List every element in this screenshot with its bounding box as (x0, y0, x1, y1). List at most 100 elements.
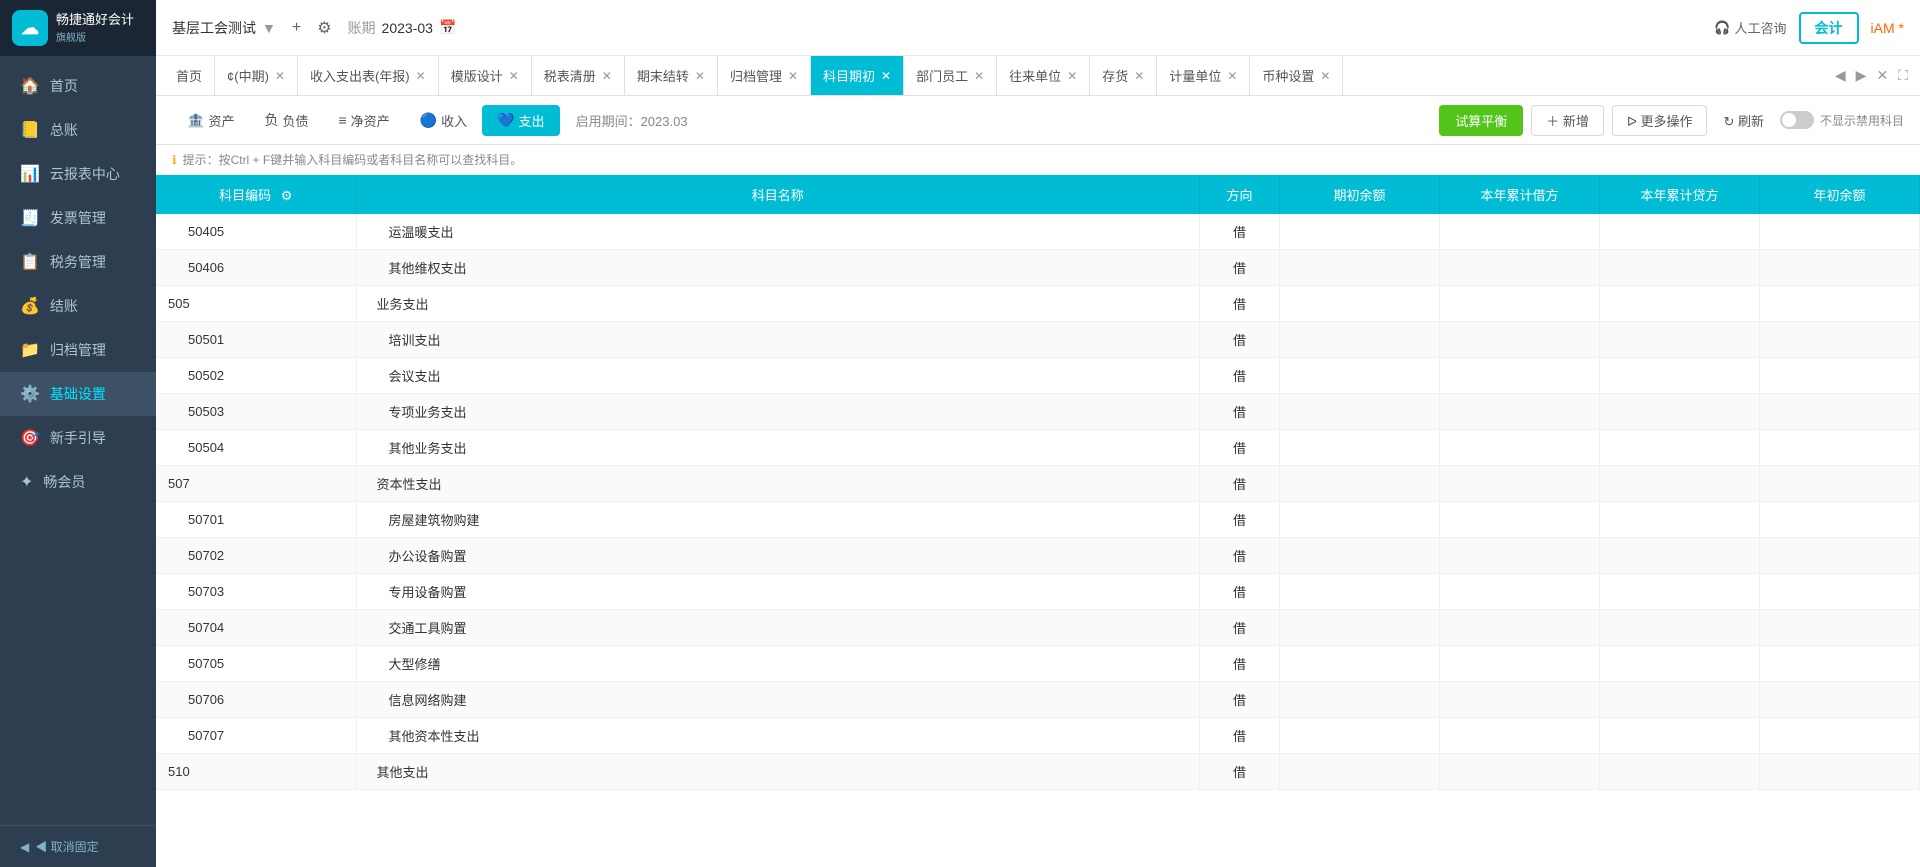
tab-scroll-left[interactable]: ◀ (1831, 65, 1850, 86)
tab-tax_clear[interactable]: 税表清册✕ (532, 56, 625, 96)
tab-close-income_report[interactable]: ✕ (416, 69, 426, 83)
sidebar-item-ledger[interactable]: 📒总账 (0, 108, 156, 152)
refresh-button[interactable]: ↻ 刷新 (1715, 106, 1772, 135)
tab-inventory[interactable]: 存货✕ (1090, 56, 1157, 96)
consult-button[interactable]: 🎧 人工咨询 (1714, 18, 1786, 37)
accounting-button[interactable]: 会计 (1799, 12, 1859, 44)
cell-opening (1280, 682, 1440, 718)
sidebar-item-invoice[interactable]: 🧾发票管理 (0, 196, 156, 240)
tab-close-all[interactable]: ✕ (1872, 65, 1892, 86)
settings-icon[interactable]: ⚙ (317, 18, 331, 38)
tab-close-unit[interactable]: ✕ (1227, 69, 1237, 83)
add-company-button[interactable]: + (288, 19, 305, 37)
toggle-track[interactable] (1780, 111, 1814, 129)
sidebar-item-archive[interactable]: 📁归档管理 (0, 328, 156, 372)
tab-template[interactable]: 模版设计✕ (439, 56, 532, 96)
more-actions-button[interactable]: ᐅ 更多操作 (1612, 105, 1708, 136)
disable-toggle[interactable]: 不显示禁用科目 (1780, 111, 1904, 129)
tab-close-period[interactable]: ✕ (275, 69, 285, 83)
table-row[interactable]: 50702 办公设备购置 借 (156, 538, 1920, 574)
tab-unit[interactable]: 计量单位✕ (1157, 56, 1250, 96)
table-row[interactable]: 50706 信息网络购建 借 (156, 682, 1920, 718)
tab-close-currency[interactable]: ✕ (1320, 69, 1330, 83)
table-row[interactable]: 50502 会议支出 借 (156, 358, 1920, 394)
tab-dept[interactable]: 部门员工 ✕ (904, 56, 997, 96)
cell-ytd-balance (1760, 502, 1920, 538)
sidebar-item-member[interactable]: ✦ 畅会员 (0, 460, 156, 504)
table-row[interactable]: 50501 培训支出 借 (156, 322, 1920, 358)
logo: ☁ 畅捷通好会计 旗舰版 (0, 0, 156, 56)
tab-label-dept: 部门员工 (916, 66, 968, 85)
cell-code: 50503 (156, 394, 356, 430)
table-row[interactable]: 50504 其他业务支出 借 (156, 430, 1920, 466)
tab-close-counterparty[interactable]: ✕ (1067, 69, 1077, 83)
subject-table-wrap: 科目编码 ⚙ 科目名称 方向 期初余额 本年累计借方 本年累计贷方 年初余额 5… (156, 175, 1920, 867)
table-row[interactable]: 50707 其他资本性支出 借 (156, 718, 1920, 754)
sidebar-item-home[interactable]: 🏠首页 (0, 64, 156, 108)
table-row[interactable]: 50704 交通工具购置 借 (156, 610, 1920, 646)
cell-direction: 借 (1200, 610, 1280, 646)
table-row[interactable]: 50705 大型修缮 借 (156, 646, 1920, 682)
subtab-equity[interactable]: ≡ 净资产 (323, 105, 404, 136)
table-row[interactable]: 50406 其他维权支出 借 (156, 250, 1920, 286)
balance-button[interactable]: 试算平衡 (1439, 105, 1523, 136)
cell-code: 50703 (156, 574, 356, 610)
cell-ytd-balance (1760, 466, 1920, 502)
subtab-liability[interactable]: 负 负债 (249, 104, 323, 136)
sidebar-item-settle[interactable]: 💰结账 (0, 284, 156, 328)
tab-scroll-right[interactable]: ▶ (1852, 65, 1871, 86)
table-row[interactable]: 50703 专用设备购置 借 (156, 574, 1920, 610)
cell-direction: 借 (1200, 538, 1280, 574)
cell-name: 房屋建筑物购建 (356, 502, 1200, 538)
cell-ytd-debit (1440, 322, 1600, 358)
tab-subject_init[interactable]: 科目期初✕ (811, 56, 904, 96)
tab-close-tax_clear[interactable]: ✕ (602, 69, 612, 83)
add-button[interactable]: ＋ 新增 (1531, 105, 1604, 136)
company-selector[interactable]: 基层工会测试 ▼ (172, 18, 276, 38)
subtab-expense[interactable]: 💙 支出 (482, 105, 559, 136)
cell-ytd-credit (1600, 214, 1760, 250)
sidebar-item-tax[interactable]: 📋税务管理 (0, 240, 156, 284)
tab-close-archive[interactable]: ✕ (788, 69, 798, 83)
tab-counterparty[interactable]: 往来单位✕ (997, 56, 1090, 96)
cell-ytd-debit (1440, 250, 1600, 286)
nav-label-member: 畅会员 (43, 472, 85, 492)
tab-label-currency: 币种设置 (1262, 66, 1314, 85)
tab-period_end[interactable]: 期末结转✕ (625, 56, 718, 96)
tab-close-inventory[interactable]: ✕ (1134, 69, 1144, 83)
tab-archive[interactable]: 归档管理✕ (718, 56, 811, 96)
table-row[interactable]: 505 业务支出 借 (156, 286, 1920, 322)
tab-income_report[interactable]: 收入支出表(年报)✕ (298, 56, 439, 96)
col-name: 科目名称 (356, 175, 1200, 214)
table-row[interactable]: 510 其他支出 借 (156, 754, 1920, 790)
sidebar-item-guide[interactable]: 🎯新手引导 (0, 416, 156, 460)
cell-direction: 借 (1200, 646, 1280, 682)
table-row[interactable]: 50701 房屋建筑物购建 借 (156, 502, 1920, 538)
tab-close-dept[interactable]: ✕ (974, 69, 984, 83)
sidebar-item-basic[interactable]: ⚙️基础设置 (0, 372, 156, 416)
col-ytd-balance: 年初余额 (1760, 175, 1920, 214)
hint-icon: ℹ (172, 153, 177, 167)
tab-close-template[interactable]: ✕ (509, 69, 519, 83)
col-opening: 期初余额 (1280, 175, 1440, 214)
tab-home[interactable]: 首页 (164, 56, 215, 96)
tab-period[interactable]: ¢(中期)✕ (215, 56, 298, 96)
tab-close-period_end[interactable]: ✕ (695, 69, 705, 83)
sidebar-footer-toggle[interactable]: ◀ ◀ 取消固定 (0, 825, 156, 867)
period-calendar-icon[interactable]: 📅 (439, 19, 456, 36)
cell-ytd-debit (1440, 466, 1600, 502)
tab-currency[interactable]: 币种设置 ✕ (1250, 56, 1343, 96)
sidebar-item-reports[interactable]: 📊云报表中心 (0, 152, 156, 196)
nav-icon-member: ✦ (20, 472, 33, 492)
subtab-income[interactable]: 🔵 收入 (405, 105, 482, 136)
company-name: 基层工会测试 (172, 18, 256, 38)
subtab-asset[interactable]: 🏦 资产 (172, 105, 249, 136)
table-row[interactable]: 507 资本性支出 借 (156, 466, 1920, 502)
table-row[interactable]: 50503 专项业务支出 借 (156, 394, 1920, 430)
cell-ytd-debit (1440, 574, 1600, 610)
subtabs-bar: 🏦 资产 负 负债 ≡ 净资产 🔵 收入 💙 支出 (156, 96, 1920, 145)
tab-close-subject_init[interactable]: ✕ (881, 69, 891, 83)
col-code-settings-icon[interactable]: ⚙ (281, 188, 293, 203)
tab-maximize[interactable]: ⛶ (1894, 65, 1912, 86)
table-row[interactable]: 50405 运温暖支出 借 (156, 214, 1920, 250)
